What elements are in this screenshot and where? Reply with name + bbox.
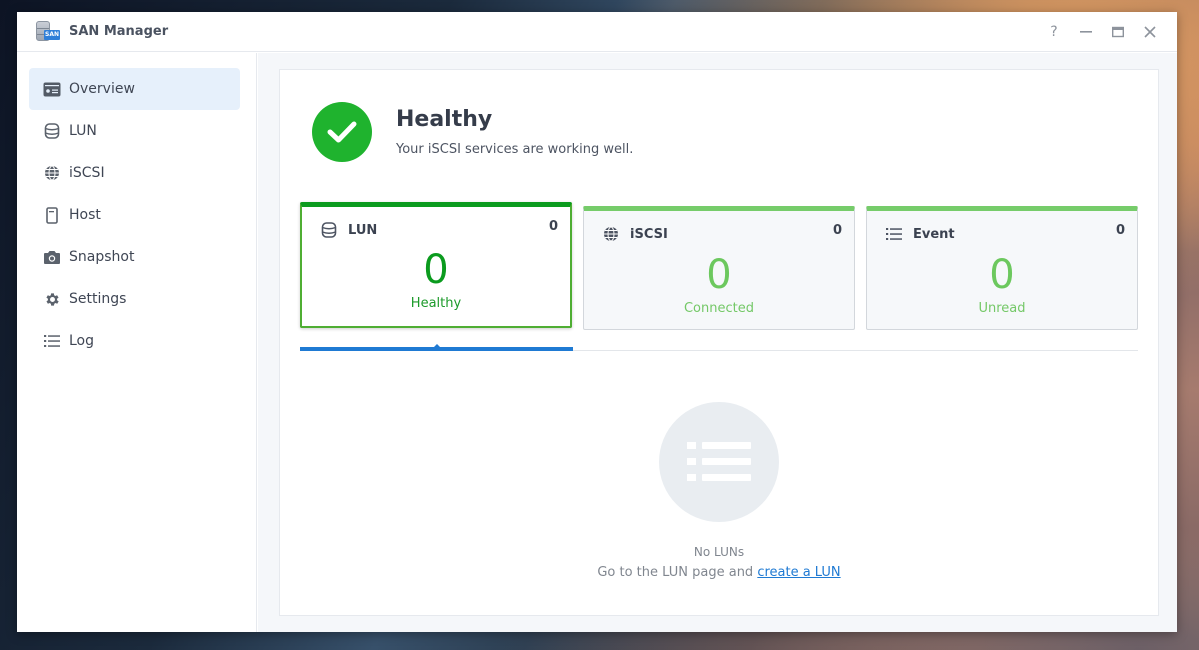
host-icon <box>43 206 61 224</box>
tab-caret <box>434 344 440 347</box>
lun-card[interactable]: LUN 0 0 Healthy <box>300 202 572 328</box>
event-card[interactable]: Event 0 0 Unread <box>866 206 1138 330</box>
sidebar-item-iscsi[interactable]: iSCSI <box>29 152 240 194</box>
overview-panel: Healthy Your iSCSI services are working … <box>279 69 1159 616</box>
empty-state-illustration <box>659 402 779 522</box>
card-caption: Healthy <box>410 296 462 311</box>
close-icon <box>1144 26 1156 38</box>
empty-state-description: Go to the LUN page and create a LUN <box>280 565 1158 580</box>
sidebar: Overview LUN iSCSI Host Snapshot Setting… <box>17 53 257 632</box>
card-value: 0 <box>423 247 449 293</box>
sidebar-item-settings[interactable]: Settings <box>29 278 240 320</box>
title-bar[interactable]: SAN SAN Manager ? <box>17 12 1177 52</box>
sidebar-item-host[interactable]: Host <box>29 194 240 236</box>
sidebar-item-label: Host <box>69 207 101 223</box>
minimize-button[interactable] <box>1077 23 1095 41</box>
overview-icon <box>43 80 61 98</box>
window-controls: ? <box>1045 12 1159 52</box>
card-value: 0 <box>989 252 1015 298</box>
sidebar-item-label: Log <box>69 333 95 349</box>
gear-icon <box>43 290 61 308</box>
globe-icon <box>43 164 61 182</box>
create-lun-link[interactable]: create a LUN <box>757 565 840 580</box>
sidebar-item-lun[interactable]: LUN <box>29 110 240 152</box>
sidebar-item-label: LUN <box>69 123 97 139</box>
card-count: 0 <box>832 223 842 238</box>
card-caption: Connected <box>683 301 754 316</box>
health-status: Healthy Your iSCSI services are working … <box>312 102 633 162</box>
minimize-icon <box>1080 31 1092 33</box>
card-count: 0 <box>1115 223 1125 238</box>
empty-state-text: Go to the LUN page and <box>597 565 758 580</box>
list-icon <box>687 442 751 481</box>
empty-state-title: No LUNs <box>693 545 745 559</box>
globe-icon <box>602 225 620 243</box>
app-icon-badge: SAN <box>44 29 60 40</box>
selected-tab-indicator <box>300 347 573 351</box>
maximize-icon <box>1112 26 1124 38</box>
sidebar-item-label: Overview <box>69 81 135 97</box>
card-label: LUN <box>348 222 378 238</box>
sidebar-item-label: Snapshot <box>69 249 135 265</box>
sidebar-item-log[interactable]: Log <box>29 320 240 362</box>
sidebar-item-snapshot[interactable]: Snapshot <box>29 236 240 278</box>
card-label: iSCSI <box>630 226 668 242</box>
health-title: Healthy <box>396 107 493 132</box>
main-content: Healthy Your iSCSI services are working … <box>258 53 1177 632</box>
sidebar-item-label: iSCSI <box>69 165 105 181</box>
maximize-button[interactable] <box>1109 23 1127 41</box>
card-caption: Unread <box>978 301 1026 316</box>
card-label: Event <box>913 226 955 242</box>
summary-cards: LUN 0 0 Healthy iSCSI 0 0 Connected Even… <box>300 202 1138 330</box>
card-value: 0 <box>706 252 732 298</box>
check-circle-icon <box>312 102 372 162</box>
list-icon <box>43 332 61 350</box>
iscsi-card[interactable]: iSCSI 0 0 Connected <box>583 206 855 330</box>
database-icon <box>43 122 61 140</box>
sidebar-item-label: Settings <box>69 291 127 307</box>
window-title: SAN Manager <box>69 24 169 39</box>
close-button[interactable] <box>1141 23 1159 41</box>
health-subtitle: Your iSCSI services are working well. <box>396 142 634 157</box>
san-manager-window: SAN SAN Manager ? Overview LUN iSCSI Hos… <box>17 12 1177 632</box>
camera-icon <box>43 248 61 266</box>
san-manager-app-icon: SAN <box>35 20 61 44</box>
database-icon <box>320 221 338 239</box>
help-icon: ? <box>1050 24 1058 40</box>
list-icon <box>885 225 903 243</box>
sidebar-item-overview[interactable]: Overview <box>29 68 240 110</box>
help-button[interactable]: ? <box>1045 23 1063 41</box>
card-count: 0 <box>548 219 558 234</box>
